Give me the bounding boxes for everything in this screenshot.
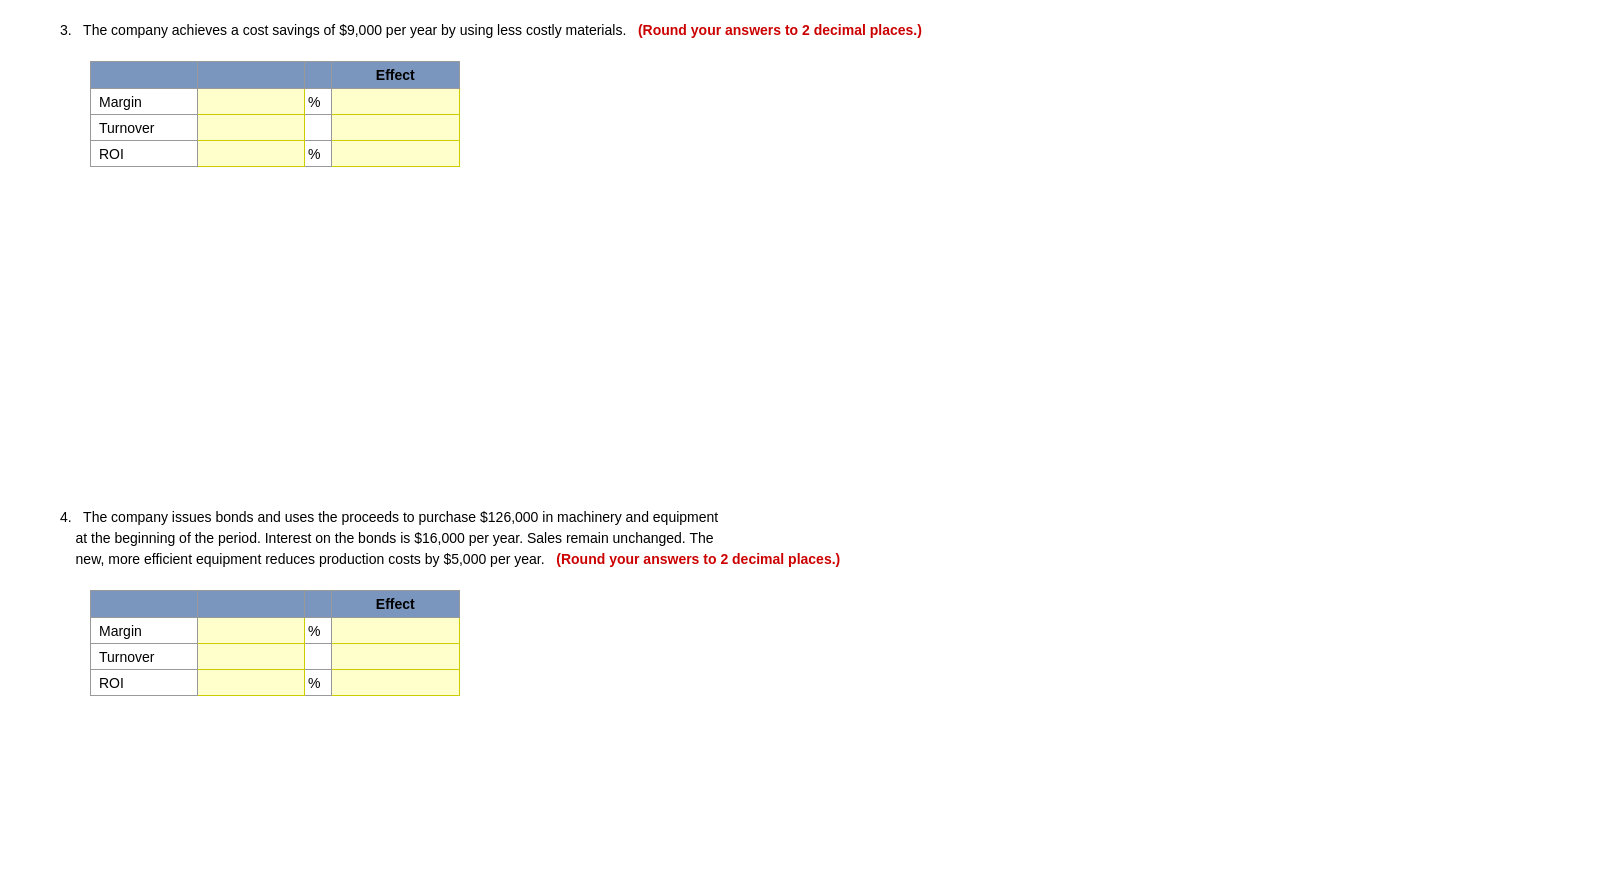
q3-roi-input[interactable] (197, 141, 304, 167)
question-4-number: 4. (60, 509, 72, 525)
q4-header-col3 (304, 591, 331, 618)
q3-roi-percent: % (304, 141, 331, 167)
q3-roi-effect-input[interactable] (331, 141, 459, 167)
question-3-table-container: Effect Margin % Turnover (90, 61, 1559, 167)
q3-margin-effect-input[interactable] (331, 89, 459, 115)
q4-row-turnover: Turnover (91, 644, 460, 670)
q4-roi-input[interactable] (197, 670, 304, 696)
q4-turnover-label: Turnover (91, 644, 198, 670)
question-4-red-text: (Round your answers to 2 decimal places.… (556, 551, 840, 567)
q3-header-col2 (197, 62, 304, 89)
q4-margin-input[interactable] (197, 618, 304, 644)
q4-margin-effect-input[interactable] (331, 618, 459, 644)
q4-turnover-input[interactable] (197, 644, 304, 670)
question-4-table: Effect Margin % Turnover (90, 590, 460, 696)
question-3-table: Effect Margin % Turnover (90, 61, 460, 167)
q3-margin-input[interactable] (197, 89, 304, 115)
q4-header-col1 (91, 591, 198, 618)
q4-header-effect: Effect (331, 591, 459, 618)
q3-margin-label: Margin (91, 89, 198, 115)
question-4-text: 4. The company issues bonds and uses the… (60, 507, 1559, 570)
q3-row-roi: ROI % (91, 141, 460, 167)
q3-turnover-label: Turnover (91, 115, 198, 141)
q3-header-col1 (91, 62, 198, 89)
q4-margin-label: Margin (91, 618, 198, 644)
question-3-block: 3. The company achieves a cost savings o… (60, 20, 1559, 167)
q3-turnover-percent-empty (304, 115, 331, 141)
question-3-number: 3. (60, 22, 72, 38)
q4-roi-percent: % (304, 670, 331, 696)
q3-row-margin: Margin % (91, 89, 460, 115)
question-3-red-text: (Round your answers to 2 decimal places.… (638, 22, 922, 38)
q3-turnover-input[interactable] (197, 115, 304, 141)
q4-turnover-percent-empty (304, 644, 331, 670)
q4-row-roi: ROI % (91, 670, 460, 696)
q4-roi-label: ROI (91, 670, 198, 696)
question-4-block: 4. The company issues bonds and uses the… (60, 507, 1559, 696)
question-3-plain-text: The company achieves a cost savings of $… (83, 22, 626, 38)
q4-turnover-effect-input[interactable] (331, 644, 459, 670)
q3-roi-label: ROI (91, 141, 198, 167)
q3-turnover-effect-input[interactable] (331, 115, 459, 141)
q3-row-turnover: Turnover (91, 115, 460, 141)
q3-margin-percent: % (304, 89, 331, 115)
spacer-between-questions (60, 207, 1559, 507)
q3-header-col3 (304, 62, 331, 89)
q4-roi-effect-input[interactable] (331, 670, 459, 696)
q4-row-margin: Margin % (91, 618, 460, 644)
q3-header-effect: Effect (331, 62, 459, 89)
q4-margin-percent: % (304, 618, 331, 644)
q4-header-col2 (197, 591, 304, 618)
question-3-text: 3. The company achieves a cost savings o… (60, 20, 1559, 41)
question-4-table-container: Effect Margin % Turnover (90, 590, 1559, 696)
